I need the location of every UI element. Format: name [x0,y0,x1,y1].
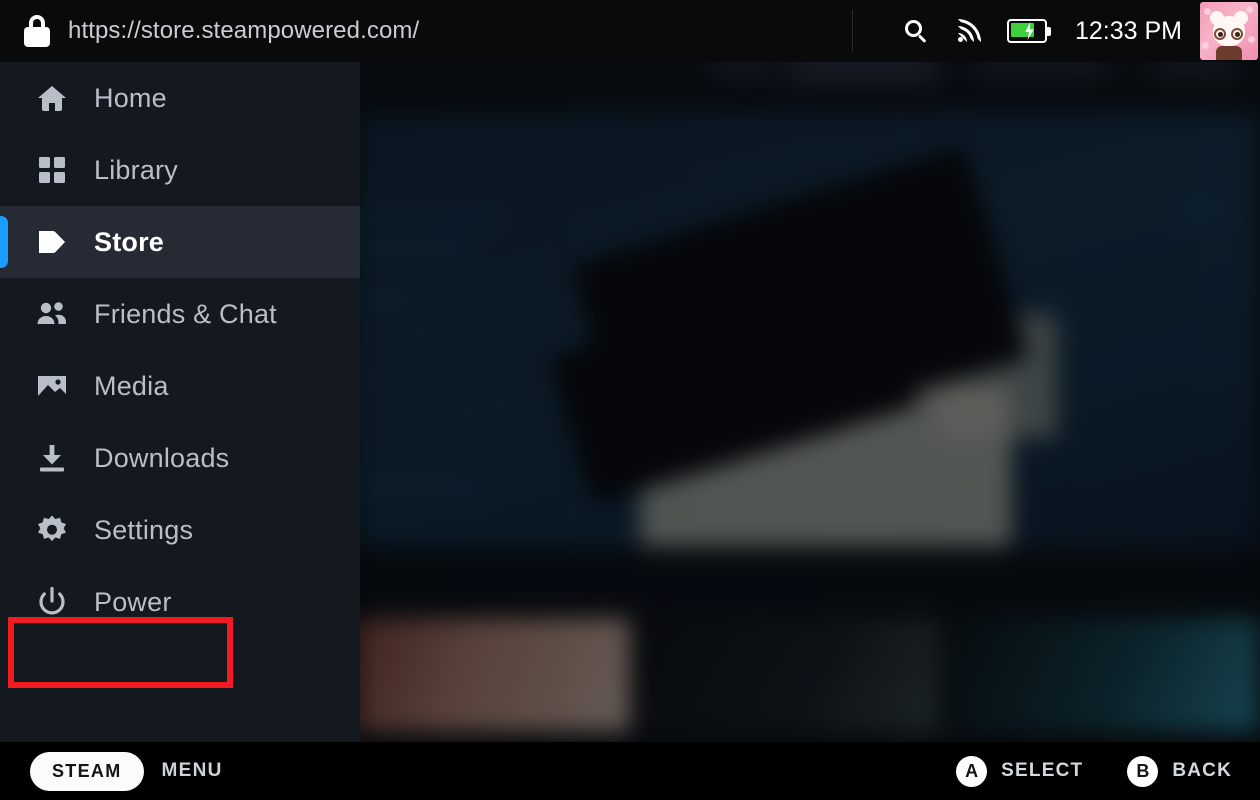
steam-button[interactable]: STEAM [30,751,144,791]
hint-label-select: SELECT [1001,760,1084,781]
steam-deck-ui: https://store.steampowered.com/ 12:33 PM… [0,0,1260,800]
selection-indicator [0,216,8,268]
sidebar-item-label: Home [94,82,167,113]
power-icon [32,582,72,622]
download-icon [32,438,72,478]
sidebar-item-label: Media [94,370,169,401]
battery-charging-icon[interactable] [997,0,1063,62]
button-hints: A SELECT B BACK [912,755,1260,787]
sidebar-item-power[interactable]: Power [0,566,360,638]
library-grid-icon [32,150,72,190]
sidebar-item-label: Store [94,226,165,257]
menu-label: MENU [161,760,223,781]
sidebar-item-store[interactable]: Store [0,206,360,278]
home-icon [32,78,72,118]
url-text[interactable]: https://store.steampowered.com/ [68,17,419,45]
sidebar-item-media[interactable]: Media [0,350,360,422]
avatar[interactable] [1200,2,1258,60]
footer-bar: STEAM MENU A SELECT B BACK [0,742,1260,800]
sidebar-item-label: Downloads [94,442,230,473]
clock-text: 12:33 PM [1074,16,1182,45]
sidebar-item-friends-and-chat[interactable]: Friends & Chat [0,278,360,350]
sidebar-item-label: Library [94,154,178,185]
sidebar-item-label: Settings [94,514,194,545]
hint-select[interactable]: A SELECT [956,755,1084,787]
sidebar: Home Library Store Friends & Chat Media … [0,62,360,742]
media-image-icon [32,366,72,406]
top-bar: https://store.steampowered.com/ 12:33 PM [0,0,1260,62]
search-icon[interactable] [889,0,943,62]
sidebar-item-label: Power [94,586,172,617]
sidebar-item-settings[interactable]: Settings [0,494,360,566]
hint-back[interactable]: B BACK [1127,755,1232,787]
top-bar-divider [852,10,853,52]
sidebar-item-library[interactable]: Library [0,134,360,206]
hint-label-back: BACK [1172,760,1232,781]
sidebar-item-downloads[interactable]: Downloads [0,422,360,494]
gear-icon [32,510,72,550]
button-badge-b: B [1127,755,1159,787]
wifi-icon[interactable] [943,0,997,62]
friends-icon [32,294,72,334]
sidebar-item-label: Friends & Chat [94,298,277,329]
button-badge-a: A [956,755,988,787]
store-tag-icon [32,222,72,262]
sidebar-item-home[interactable]: Home [0,62,360,134]
status-area: 12:33 PM [889,0,1260,62]
lock-icon [22,14,52,48]
